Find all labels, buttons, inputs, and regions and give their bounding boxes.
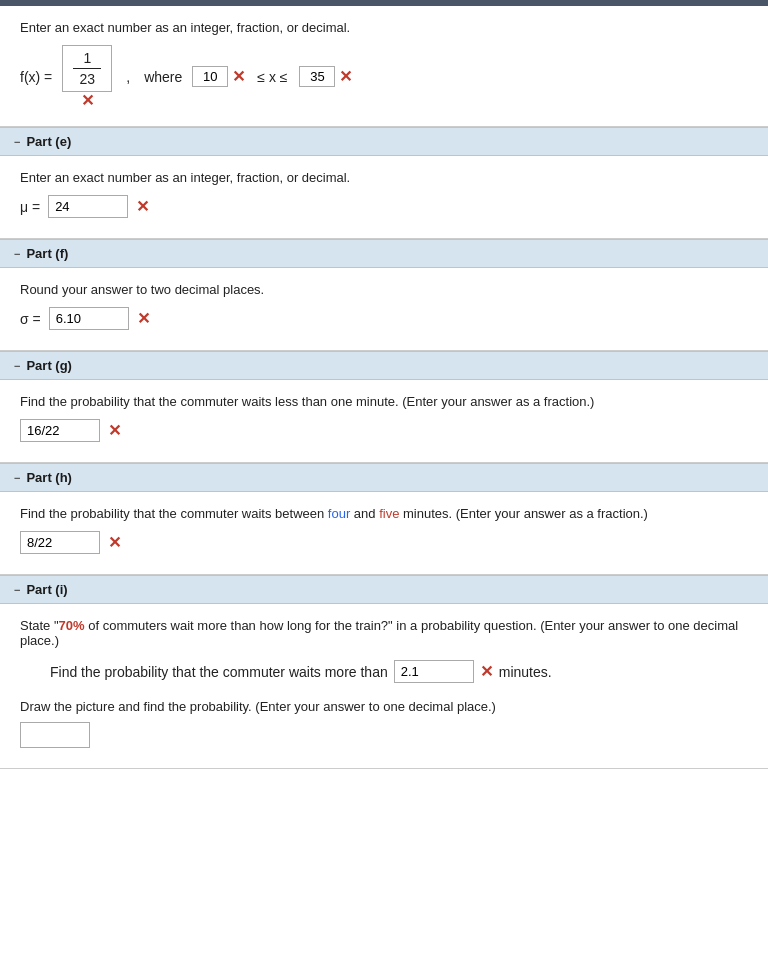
part-i-label: Part (i) (26, 582, 67, 597)
fraction-denominator: 23 (73, 69, 101, 87)
part-i-draw-text: Draw the picture and find the probabilit… (20, 699, 748, 714)
part-i-subrow: Find the probability that the commuter w… (20, 660, 748, 683)
part-f-label: Part (f) (26, 246, 68, 261)
part-h-header[interactable]: − Part (h) (0, 463, 768, 492)
part-f-collapse-icon: − (14, 248, 20, 260)
part-e-answer-label: μ = (20, 199, 40, 215)
upper-bound-group: ✕ (299, 66, 352, 87)
part-g-label: Part (g) (26, 358, 72, 373)
part-h-answer-row: ✕ (20, 531, 748, 554)
leq-symbol: ≤ x ≤ (257, 69, 287, 85)
part-f-xmark[interactable]: ✕ (137, 309, 150, 328)
part-h-instruction: Find the probability that the commuter w… (20, 506, 748, 521)
part-i-draw-input[interactable] (20, 722, 90, 748)
part-g-header[interactable]: − Part (g) (0, 351, 768, 380)
part-f-answer-label: σ = (20, 311, 41, 327)
part-i-subrow-pre: Find the probability that the commuter w… (50, 664, 388, 680)
fraction-xmark[interactable]: ✕ (81, 91, 94, 110)
fx-row: f(x) = 1 23 ✕ , where ✕ ≤ x ≤ ✕ (20, 45, 748, 108)
part-i-section: − Part (i) State "70% of commuters wait … (0, 575, 768, 769)
fx-label: f(x) = (20, 69, 52, 85)
part-g-input[interactable] (20, 419, 100, 442)
part-i-pct: 70% (59, 618, 85, 633)
part-e-collapse-icon: − (14, 136, 20, 148)
part-e-label: Part (e) (26, 134, 71, 149)
lower-bound-xmark[interactable]: ✕ (232, 67, 245, 86)
part-e-header[interactable]: − Part (e) (0, 127, 768, 156)
fraction-box: 1 23 (62, 45, 112, 92)
part-h-instruction-pre: Find the probability that the commuter w… (20, 506, 328, 521)
part-e-xmark[interactable]: ✕ (136, 197, 149, 216)
part-i-subrow-post: minutes. (499, 664, 552, 680)
part-e-answer-row: μ = ✕ (20, 195, 748, 218)
fx-instruction: Enter an exact number as an integer, fra… (20, 20, 748, 35)
part-g-answer-row: ✕ (20, 419, 748, 442)
part-g-xmark[interactable]: ✕ (108, 421, 121, 440)
part-f-header[interactable]: − Part (f) (0, 239, 768, 268)
part-e-instruction: Enter an exact number as an integer, fra… (20, 170, 748, 185)
part-i-question: State "70% of commuters wait more than h… (20, 618, 748, 648)
part-i-header[interactable]: − Part (i) (0, 575, 768, 604)
where-label: where (144, 69, 182, 85)
fx-section: Enter an exact number as an integer, fra… (0, 6, 768, 127)
lower-bound-group: ✕ (192, 66, 245, 87)
fraction-container: 1 23 ✕ (62, 45, 112, 92)
part-h-word-four: four (328, 506, 350, 521)
part-h-collapse-icon: − (14, 472, 20, 484)
part-e-section: − Part (e) Enter an exact number as an i… (0, 127, 768, 239)
part-h-input[interactable] (20, 531, 100, 554)
part-h-body: Find the probability that the commuter w… (0, 492, 768, 575)
part-f-section: − Part (f) Round your answer to two deci… (0, 239, 768, 351)
part-f-instruction: Round your answer to two decimal places. (20, 282, 748, 297)
part-h-instruction-mid: and (350, 506, 379, 521)
part-g-body: Find the probability that the commuter w… (0, 380, 768, 463)
part-i-subrow-input[interactable] (394, 660, 474, 683)
part-h-xmark[interactable]: ✕ (108, 533, 121, 552)
part-h-section: − Part (h) Find the probability that the… (0, 463, 768, 575)
part-i-question-post: of commuters wait more than how long for… (20, 618, 738, 648)
fraction-numerator: 1 (73, 50, 101, 69)
part-i-collapse-icon: − (14, 584, 20, 596)
part-i-question-pre: State " (20, 618, 59, 633)
part-e-body: Enter an exact number as an integer, fra… (0, 156, 768, 239)
part-h-word-five: five (379, 506, 399, 521)
part-e-input[interactable] (48, 195, 128, 218)
upper-bound-xmark[interactable]: ✕ (339, 67, 352, 86)
part-f-answer-row: σ = ✕ (20, 307, 748, 330)
part-i-subrow-xmark[interactable]: ✕ (480, 662, 493, 681)
lower-bound-input[interactable] (192, 66, 228, 87)
part-f-body: Round your answer to two decimal places.… (0, 268, 768, 351)
page-container: Enter an exact number as an integer, fra… (0, 6, 768, 769)
upper-bound-input[interactable] (299, 66, 335, 87)
part-i-body: State "70% of commuters wait more than h… (0, 604, 768, 769)
part-g-instruction: Find the probability that the commuter w… (20, 394, 748, 409)
comma: , (126, 69, 130, 85)
part-g-section: − Part (g) Find the probability that the… (0, 351, 768, 463)
part-h-instruction-post: minutes. (Enter your answer as a fractio… (399, 506, 648, 521)
part-h-label: Part (h) (26, 470, 72, 485)
part-f-input[interactable] (49, 307, 129, 330)
part-g-collapse-icon: − (14, 360, 20, 372)
